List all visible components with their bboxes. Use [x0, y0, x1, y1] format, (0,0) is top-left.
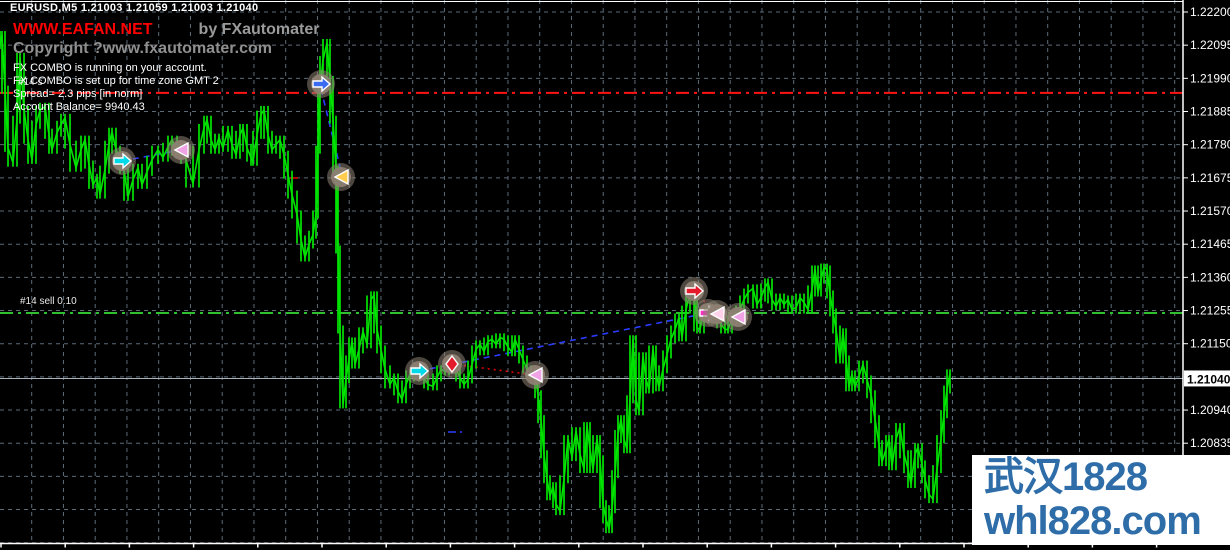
watermark-banner: 武汉1828 whl828.com: [972, 455, 1230, 545]
ea-status-line: FX COMBO is set up for time zone GMT 2: [13, 75, 219, 88]
price-axis-label: 1.21780: [1190, 138, 1230, 152]
current-price-value: 1.21040: [1187, 372, 1230, 386]
price-axis-label: 1.21255: [1190, 304, 1230, 318]
ea-copyright: Copyright ?www.fxautomater.com: [13, 40, 272, 58]
price-axis-label: 1.20940: [1190, 403, 1230, 417]
stop-loss-line-label: #14 s: [18, 77, 42, 88]
watermark-line1: 武汉1828: [984, 455, 1230, 499]
ea-brand-by: by FXautomater: [199, 21, 320, 38]
ea-status-line: Spread= 2.3 pips [in norm]: [13, 88, 219, 101]
price-axis-label: 1.21360: [1190, 270, 1230, 284]
price-axis-label: 1.22095: [1190, 38, 1230, 52]
price-axis-label: 1.21570: [1190, 204, 1230, 218]
symbol-ohlc-readout: EURUSD,M5 1.21003 1.21059 1.21003 1.2104…: [10, 2, 258, 14]
price-axis-label: 1.21990: [1190, 71, 1230, 85]
ea-brand-name: WWW.EAFAN.NET: [13, 21, 153, 38]
price-axis-label: 1.22200: [1190, 5, 1230, 19]
ea-brand-line: WWW.EAFAN.NET by FXautomater: [13, 21, 319, 39]
watermark-line2: whl828.com: [984, 499, 1230, 543]
open-trade-label: #14 sell 0.10: [20, 296, 77, 307]
ea-status-line: Account Balance= 9940.43: [13, 101, 219, 114]
price-axis-label: 1.21150: [1190, 337, 1230, 351]
price-axis-label: 1.21465: [1190, 237, 1230, 251]
price-axis-label: 1.21885: [1190, 105, 1230, 119]
ea-status-block: FX COMBO is running on your account.FX C…: [13, 62, 219, 114]
price-axis-label: 1.20835: [1190, 436, 1230, 450]
mt4-chart-window: 1.22200 1.22095 1.21990 1.21885 1.21780 1.216…: [0, 0, 1230, 550]
price-axis-label: 1.21675: [1190, 171, 1230, 185]
ea-status-line: FX COMBO is running on your account.: [13, 62, 219, 75]
